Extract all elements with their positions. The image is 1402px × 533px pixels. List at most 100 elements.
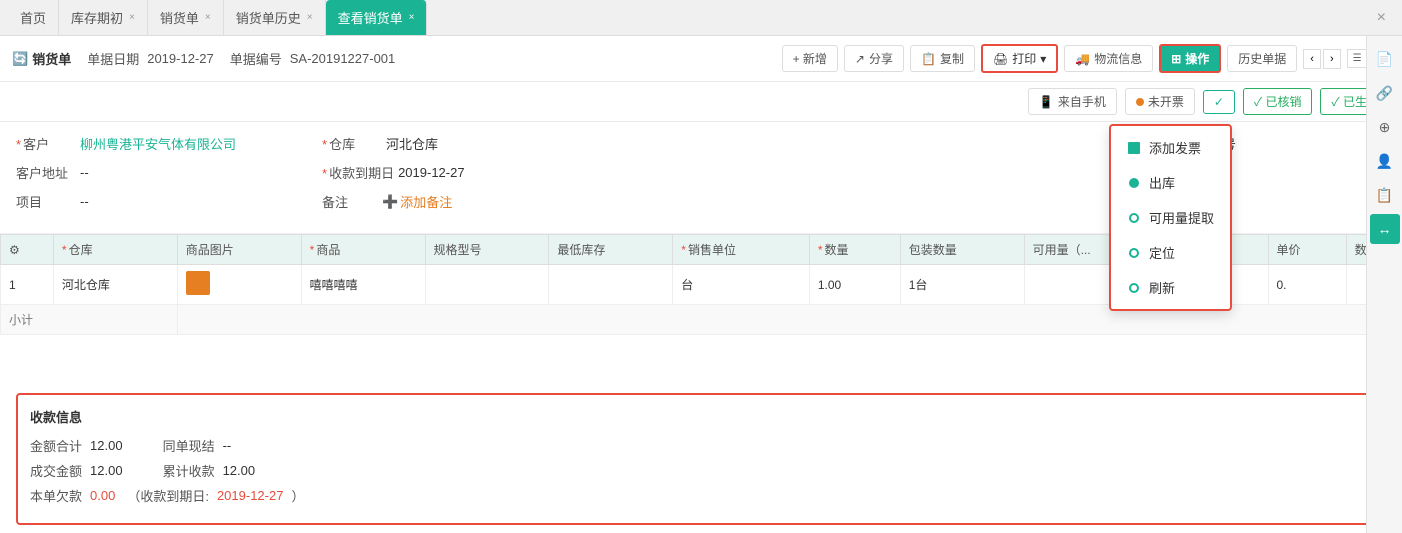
doc-meta: 单据日期 2019-12-27 单据编号 SA-20191227-001	[87, 49, 395, 68]
cell-image	[177, 265, 301, 305]
payment-row-2: 成交金额 12.00 累计收款 12.00	[30, 461, 1372, 480]
project-label: 项目	[16, 192, 76, 211]
layout-list-button[interactable]: ☰	[1347, 49, 1368, 68]
locate-item[interactable]: 定位	[1111, 235, 1230, 270]
add-invoice-label: 添加发票	[1149, 138, 1201, 157]
not-open-ticket-button[interactable]: 未开票	[1125, 88, 1195, 115]
operate-button[interactable]: ⊞ 操作	[1159, 44, 1221, 73]
tab-bar: 首页 库存期初 × 销货单 × 销货单历史 × 查看销货单 × ×	[0, 0, 1402, 36]
sidebar-icon-2[interactable]: 🔗	[1370, 78, 1400, 108]
circle-filled-icon	[1129, 178, 1139, 188]
next-record-button[interactable]: ›	[1323, 49, 1341, 69]
add-note-button[interactable]: ➕ 添加备注	[382, 192, 452, 211]
tab-home-label: 首页	[20, 8, 46, 27]
locate-icon	[1127, 246, 1141, 260]
owed-value: 0.00	[90, 488, 115, 503]
tab-home[interactable]: 首页	[8, 0, 59, 35]
col-unit: 销售单位	[673, 235, 810, 265]
amount-total-item: 金额合计 12.00	[30, 436, 123, 455]
col-image: 商品图片	[177, 235, 301, 265]
sidebar-icon-5[interactable]: 📋	[1370, 180, 1400, 210]
share-icon: ↗	[855, 52, 865, 66]
col-pack-qty: 包装数量	[900, 235, 1024, 265]
print-button[interactable]: 🖨 打印 ▾	[981, 44, 1058, 73]
owed-note-end: ）	[291, 486, 304, 505]
tab-sales-history-label: 销货单历史	[236, 8, 301, 27]
cumulative-value: 12.00	[223, 463, 256, 478]
subtotal-label: 小计	[1, 305, 178, 335]
share-button[interactable]: ↗ 分享	[844, 45, 904, 72]
tab-sales-close[interactable]: ×	[205, 12, 211, 23]
check-icon: ✓	[1214, 95, 1224, 109]
logistics-button[interactable]: 🚚 物流信息	[1064, 45, 1153, 72]
history-button[interactable]: 历史单据	[1227, 45, 1297, 72]
tab-inventory-close[interactable]: ×	[129, 12, 135, 23]
cell-index: 1	[1, 265, 54, 305]
tab-view-sales-close[interactable]: ×	[409, 12, 415, 23]
available-qty-item[interactable]: 可用量提取	[1111, 200, 1230, 235]
available-qty-icon	[1127, 211, 1141, 225]
new-button[interactable]: + 新增	[782, 45, 838, 72]
project-value: --	[76, 194, 89, 209]
customer-value[interactable]: 柳州粤港平安气体有限公司	[76, 134, 236, 153]
warehouse-field-group: 仓库 河北仓库	[322, 134, 588, 153]
tab-sales-history[interactable]: 销货单历史 ×	[224, 0, 326, 35]
orange-dot-icon	[1136, 98, 1144, 106]
product-thumbnail	[186, 271, 210, 295]
outbound-item[interactable]: 出库	[1111, 165, 1230, 200]
logistics-icon: 🚚	[1075, 52, 1090, 66]
outbound-icon	[1127, 176, 1141, 190]
tab-sales[interactable]: 销货单 ×	[148, 0, 224, 35]
cumulative-label: 累计收款	[163, 461, 215, 480]
cumulative-item: 累计收款 12.00	[163, 461, 256, 480]
copy-icon: 📋	[921, 52, 936, 66]
payment-info-box: 收款信息 金额合计 12.00 同单现结 -- 成交金额 12.00 累计收款	[16, 393, 1386, 525]
refresh-icon	[1127, 281, 1141, 295]
tab-sales-history-close[interactable]: ×	[307, 12, 313, 23]
project-field-group: 项目 --	[16, 192, 282, 211]
plus-icon: ➕	[382, 194, 398, 210]
gear-icon[interactable]: ⚙	[9, 243, 20, 257]
tab-sales-label: 销货单	[160, 8, 199, 27]
from-phone-button[interactable]: 📱 来自手机	[1028, 88, 1117, 115]
nav-arrows: ‹ ›	[1303, 49, 1340, 69]
address-label: 客户地址	[16, 163, 76, 182]
confirm-button[interactable]: ✓	[1203, 90, 1235, 114]
col-price: 单价	[1268, 235, 1346, 265]
customer-label: 客户	[16, 134, 76, 153]
doc-date-label: 单据日期 2019-12-27	[87, 49, 214, 68]
cell-pack-qty: 1台	[900, 265, 1024, 305]
col-product: 商品	[301, 235, 425, 265]
owed-date: 2019-12-27	[217, 488, 284, 503]
payment-row-3: 本单欠款 0.00 （收款到期日: 2019-12-27 ）	[30, 486, 1372, 505]
warehouse-label: 仓库	[322, 134, 382, 153]
due-date-label: 收款到期日	[322, 163, 394, 182]
same-order-value: --	[223, 438, 232, 453]
square-icon	[1128, 142, 1140, 154]
sidebar-icon-expand[interactable]: ↔	[1370, 214, 1400, 244]
window-close-button[interactable]: ×	[1369, 9, 1394, 27]
refresh-label: 刷新	[1149, 278, 1175, 297]
owed-item: 本单欠款 0.00 （收款到期日: 2019-12-27 ）	[30, 486, 304, 505]
print-icon: 🖨	[993, 52, 1008, 66]
print-dropdown-arrow: ▾	[1040, 52, 1046, 66]
cell-warehouse: 河北仓库	[53, 265, 177, 305]
prev-record-button[interactable]: ‹	[1303, 49, 1321, 69]
tab-inventory[interactable]: 库存期初 ×	[59, 0, 148, 35]
sidebar-icon-3[interactable]: ⊕	[1370, 112, 1400, 142]
sidebar-icon-4[interactable]: 👤	[1370, 146, 1400, 176]
due-date-value: 2019-12-27	[394, 165, 465, 180]
tab-view-sales[interactable]: 查看销货单 ×	[326, 0, 428, 35]
cell-price: 0.	[1268, 265, 1346, 305]
refresh-item[interactable]: 刷新	[1111, 270, 1230, 305]
add-invoice-item[interactable]: 添加发票	[1111, 130, 1230, 165]
already-cancelled-button[interactable]: ✓ 已核销	[1243, 88, 1313, 115]
sales-order-icon: 🔄	[12, 51, 28, 67]
cell-min-stock	[549, 265, 673, 305]
tab-view-sales-label: 查看销货单	[338, 8, 403, 27]
deal-amount-value: 12.00	[90, 463, 123, 478]
circle-outline-icon-1	[1129, 213, 1139, 223]
copy-button[interactable]: 📋 复制	[910, 45, 975, 72]
sidebar-icon-1[interactable]: 📄	[1370, 44, 1400, 74]
locate-label: 定位	[1149, 243, 1175, 262]
